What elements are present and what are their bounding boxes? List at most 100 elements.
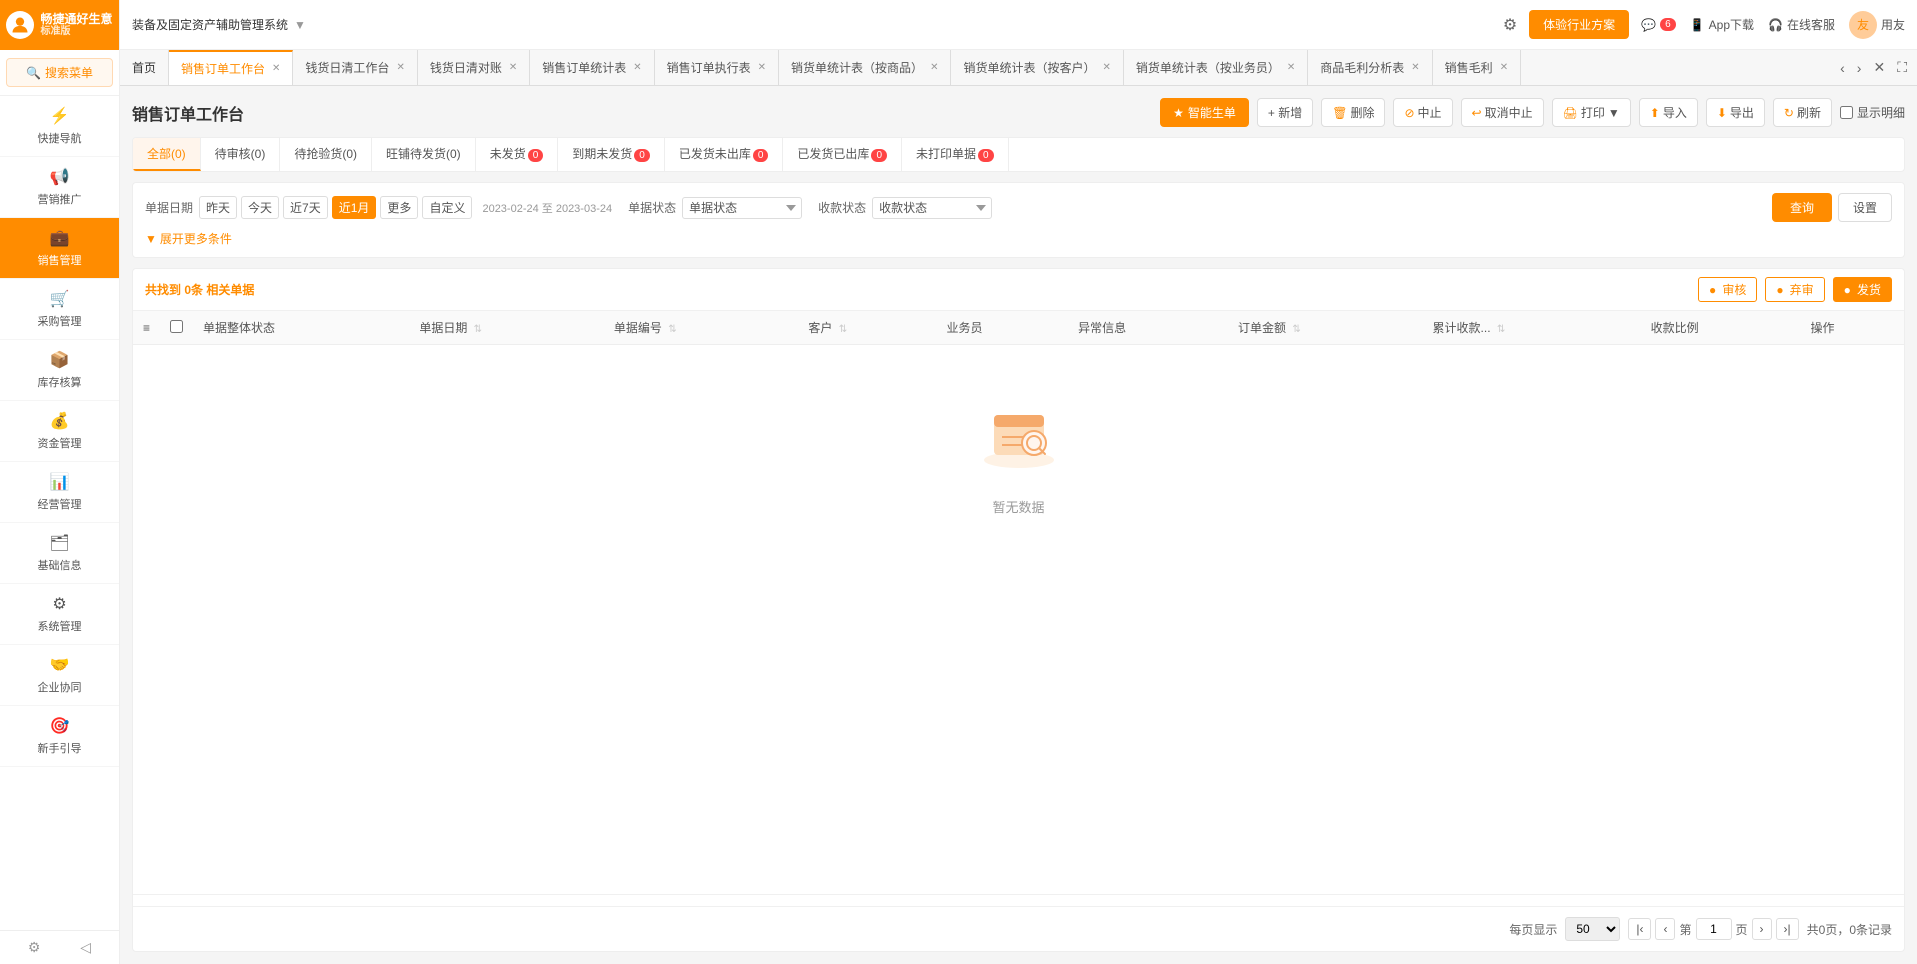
settings-bottom-btn[interactable]: ⚙ xyxy=(28,939,41,956)
tab-close-sales-order-exec[interactable]: ✕ xyxy=(758,62,766,73)
tab-close-cash-daily-workbench[interactable]: ✕ xyxy=(396,62,404,73)
sidebar-item-guide[interactable]: 🎯 新手引导 xyxy=(0,706,119,767)
filter-payment-select[interactable]: 收款状态 xyxy=(872,197,992,219)
tab-home[interactable]: 首页 xyxy=(120,50,169,85)
tab-close-sales-order-stats[interactable]: ✕ xyxy=(633,62,641,73)
sidebar-item-enterprise[interactable]: 🤝 企业协同 xyxy=(0,645,119,706)
review-btn[interactable]: ● 审核 xyxy=(1698,277,1757,302)
tab-cash-goods-reconcile[interactable]: 钱货日清对账 ✕ xyxy=(418,50,530,85)
tab-close-sales-stats-product[interactable]: ✕ xyxy=(930,62,938,73)
filter-payment-label: 收款状态 xyxy=(818,199,866,216)
delete-btn[interactable]: 🗑 删除 xyxy=(1321,98,1385,127)
add-btn[interactable]: + 新增 xyxy=(1257,98,1313,127)
tab-sales-stats-product[interactable]: 销货单统计表（按商品） ✕ xyxy=(779,50,951,85)
page-last-btn[interactable]: ›| xyxy=(1776,918,1799,940)
filter-tab-not-shipped[interactable]: 未发货0 xyxy=(476,138,559,171)
deliver-btn[interactable]: ● 发货 xyxy=(1833,277,1892,302)
select-all-checkbox[interactable] xyxy=(170,320,183,333)
page-header: 销售订单工作台 ★ 智能生单 + 新增 🗑 删除 ⊘ 中止 ↩ xyxy=(132,98,1905,127)
filter-tab-shipped-not-out[interactable]: 已发货未出库0 xyxy=(665,138,784,171)
filter-status-label: 单据状态 xyxy=(628,199,676,216)
inventory-icon: 📦 xyxy=(50,350,70,370)
tab-close-product-margin[interactable]: ✕ xyxy=(1411,62,1419,73)
date-btn-custom[interactable]: 自定义 xyxy=(422,196,472,219)
sidebar-item-operations[interactable]: 📊 经营管理 xyxy=(0,462,119,523)
tab-sales-order-stats[interactable]: 销售订单统计表 ✕ xyxy=(530,50,654,85)
collapse-btn[interactable]: ◁ xyxy=(80,939,91,956)
tab-sales-stats-salesman[interactable]: 销货单统计表（按业务员） ✕ xyxy=(1124,50,1308,85)
date-btn-yesterday[interactable]: 昨天 xyxy=(199,196,237,219)
tab-sales-order-workbench[interactable]: 销售订单工作台 ✕ xyxy=(169,50,293,85)
tab-product-margin[interactable]: 商品毛利分析表 ✕ xyxy=(1308,50,1432,85)
date-btn-today[interactable]: 今天 xyxy=(241,196,279,219)
stop-icon: ⊘ xyxy=(1404,106,1414,120)
tab-sales-order-exec[interactable]: 销售订单执行表 ✕ xyxy=(655,50,779,85)
filter-tab-shipped-out[interactable]: 已发货已出库0 xyxy=(783,138,902,171)
refresh-icon: ↻ xyxy=(1784,106,1794,120)
tab-prev-btn[interactable]: ‹ xyxy=(1836,58,1849,78)
customer-sort-icon[interactable]: ⇅ xyxy=(839,324,847,335)
tab-close-all-btn[interactable]: ✕ xyxy=(1869,57,1889,78)
tab-close-sales-order-workbench[interactable]: ✕ xyxy=(272,63,280,74)
search-menu-button[interactable]: 🔍 搜索菜单 xyxy=(6,58,113,87)
tab-close-sales-stats-customer[interactable]: ✕ xyxy=(1102,62,1110,73)
export-btn[interactable]: ⬇ 导出 xyxy=(1706,98,1765,127)
sidebar-item-marketing[interactable]: 📢 营销推广 xyxy=(0,157,119,218)
review-dot: ● xyxy=(1709,283,1716,297)
filter-tab-wangpu[interactable]: 旺铺待发货(0) xyxy=(372,138,476,171)
page-prev-btn[interactable]: ‹ xyxy=(1655,918,1675,940)
smart-generate-btn[interactable]: ★ 智能生单 xyxy=(1160,98,1249,127)
tab-close-cash-goods-reconcile[interactable]: ✕ xyxy=(509,62,517,73)
industry-btn[interactable]: 体验行业方案 xyxy=(1529,10,1629,39)
sidebar-item-quick-nav[interactable]: ⚡ 快捷导航 xyxy=(0,96,119,157)
page-input[interactable] xyxy=(1696,918,1732,940)
tab-next-btn[interactable]: › xyxy=(1853,58,1866,78)
tab-close-sales-stats-salesman[interactable]: ✕ xyxy=(1287,62,1295,73)
filter-tab-pending-review[interactable]: 待审核(0) xyxy=(201,138,281,171)
sidebar-item-sales[interactable]: 💼 销售管理 xyxy=(0,218,119,279)
received-sort-icon[interactable]: ⇅ xyxy=(1497,324,1505,335)
sidebar-item-purchase[interactable]: 🛒 采购管理 xyxy=(0,279,119,340)
user-btn[interactable]: 友 用友 xyxy=(1849,11,1905,39)
cancel-stop-btn[interactable]: ↩ 取消中止 xyxy=(1461,98,1544,127)
tab-close-sales-earn[interactable]: ✕ xyxy=(1500,62,1508,73)
filter-tab-overdue-not-shipped[interactable]: 到期未发货0 xyxy=(558,138,665,171)
show-detail-checkbox[interactable]: 显示明细 xyxy=(1840,104,1905,121)
app-download-btn[interactable]: 📱 App下载 xyxy=(1690,16,1754,33)
date-btn-more[interactable]: 更多 xyxy=(380,196,418,219)
page-first-btn[interactable]: |‹ xyxy=(1628,918,1651,940)
sidebar-item-finance[interactable]: 💰 资金管理 xyxy=(0,401,119,462)
message-btn[interactable]: 💬 6 xyxy=(1641,18,1676,32)
filter-tab-all[interactable]: 全部(0) xyxy=(133,138,201,171)
number-sort-icon[interactable]: ⇅ xyxy=(668,324,676,335)
date-btn-last1month[interactable]: 近1月 xyxy=(332,196,377,219)
filter-settings-btn[interactable]: 设置 xyxy=(1838,193,1892,222)
tab-cash-daily-workbench[interactable]: 钱货日清工作台 ✕ xyxy=(293,50,417,85)
tab-fullscreen-btn[interactable]: ⛶ xyxy=(1893,57,1911,78)
show-detail-input[interactable] xyxy=(1840,106,1853,119)
topbar-settings-icon[interactable]: ⚙ xyxy=(1503,15,1517,35)
print-btn[interactable]: 🖨 打印 ▼ xyxy=(1552,98,1631,127)
amount-sort-icon[interactable]: ⇅ xyxy=(1292,324,1300,335)
table-scroll-area[interactable] xyxy=(133,894,1904,906)
page-next-btn[interactable]: › xyxy=(1752,918,1772,940)
online-service-btn[interactable]: 🎧 在线客服 xyxy=(1768,16,1835,33)
date-btn-last7[interactable]: 近7天 xyxy=(283,196,328,219)
expand-conditions-btn[interactable]: ▼ 展开更多条件 xyxy=(145,230,232,247)
filter-tab-not-printed[interactable]: 未打印单据0 xyxy=(902,138,1009,171)
refresh-btn[interactable]: ↻ 刷新 xyxy=(1773,98,1832,127)
per-page-select[interactable]: 10 20 50 100 xyxy=(1565,917,1620,941)
sidebar-item-system[interactable]: ⚙ 系统管理 xyxy=(0,584,119,645)
unreviewed-btn[interactable]: ● 弃审 xyxy=(1765,277,1824,302)
sidebar-item-basic-info[interactable]: 🗂 基础信息 xyxy=(0,523,119,584)
user-initial: 友 xyxy=(1857,16,1869,33)
filter-tab-pending-inspect[interactable]: 待抢验货(0) xyxy=(280,138,372,171)
tab-sales-stats-customer[interactable]: 销货单统计表（按客户） ✕ xyxy=(951,50,1123,85)
filter-status-select[interactable]: 单据状态 xyxy=(682,197,802,219)
sidebar-item-inventory[interactable]: 📦 库存核算 xyxy=(0,340,119,401)
tab-sales-earn[interactable]: 销售毛利 ✕ xyxy=(1433,50,1521,85)
date-sort-icon[interactable]: ⇅ xyxy=(474,324,482,335)
import-btn[interactable]: ⬆ 导入 xyxy=(1639,98,1698,127)
stop-btn[interactable]: ⊘ 中止 xyxy=(1393,98,1452,127)
query-btn[interactable]: 查询 xyxy=(1772,193,1832,222)
